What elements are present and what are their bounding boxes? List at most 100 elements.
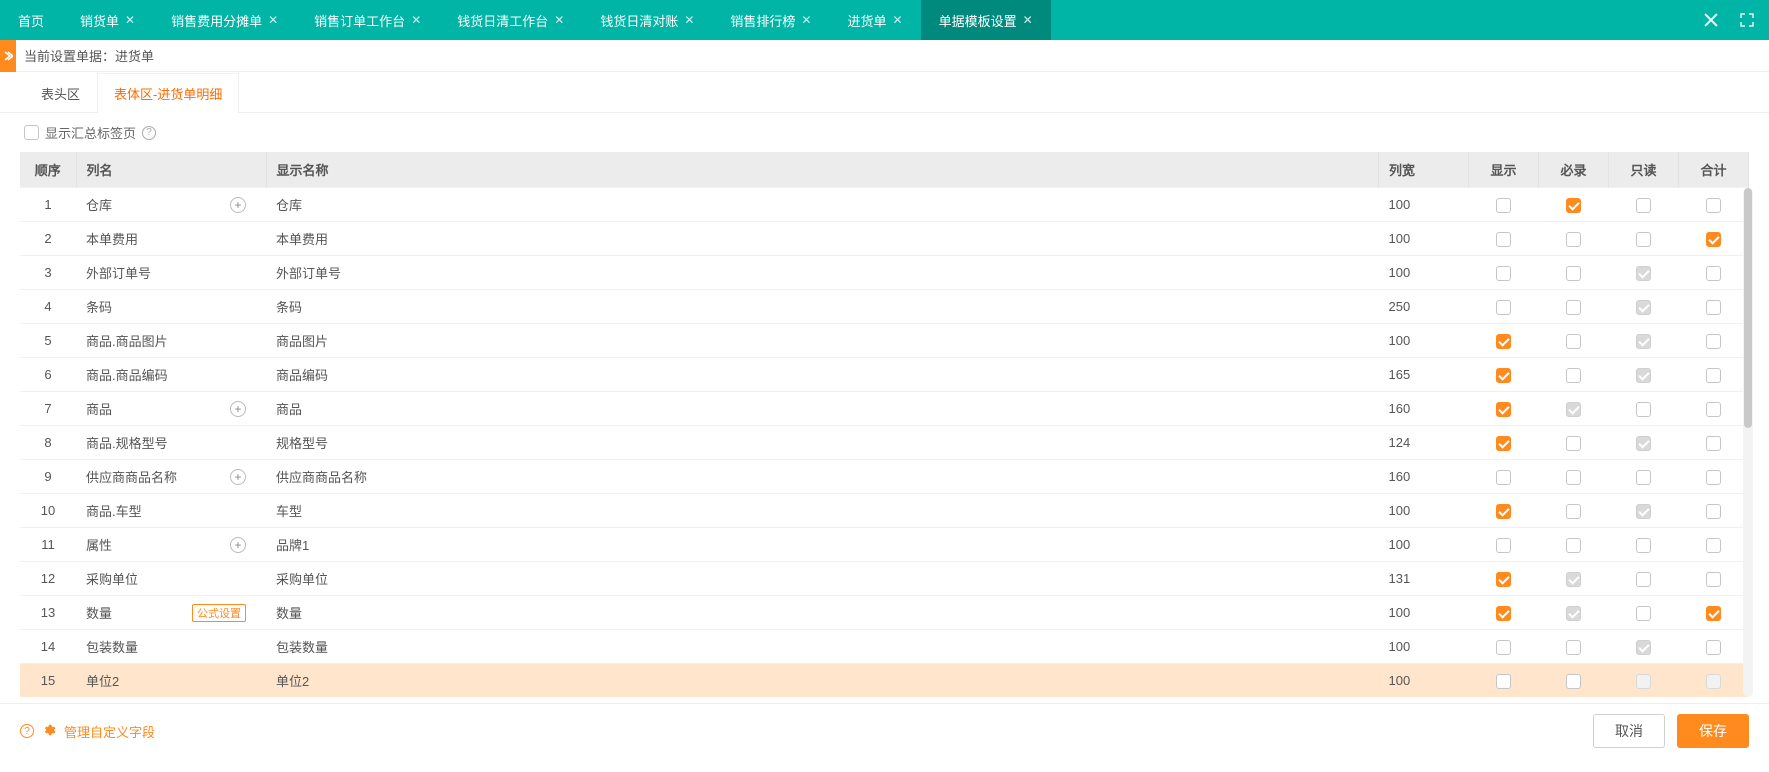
show-summary-checkbox[interactable] bbox=[24, 125, 39, 140]
sub-tab-0[interactable]: 表头区 bbox=[24, 73, 97, 113]
table-row[interactable]: 9供应商商品名称+供应商商品名称160 bbox=[20, 460, 1749, 494]
checkbox[interactable] bbox=[1566, 232, 1581, 247]
checkbox[interactable] bbox=[1496, 436, 1511, 451]
cell-display-name[interactable]: 采购单位 bbox=[266, 562, 1379, 596]
cancel-button[interactable]: 取消 bbox=[1593, 714, 1665, 748]
cell-display-name[interactable]: 外部订单号 bbox=[266, 256, 1379, 290]
close-icon[interactable]: ✕ bbox=[1023, 13, 1033, 27]
save-button[interactable]: 保存 bbox=[1677, 714, 1749, 748]
checkbox[interactable] bbox=[1636, 232, 1651, 247]
checkbox[interactable] bbox=[1566, 266, 1581, 281]
cell-display-name[interactable]: 规格型号 bbox=[266, 426, 1379, 460]
cell-width[interactable]: 100 bbox=[1379, 630, 1469, 664]
footer-help-icon[interactable]: ? bbox=[20, 724, 34, 738]
checkbox[interactable] bbox=[1566, 368, 1581, 383]
formula-settings-tag[interactable]: 公式设置 bbox=[192, 604, 246, 622]
table-row[interactable]: 3外部订单号外部订单号100 bbox=[20, 256, 1749, 290]
close-icon[interactable]: ✕ bbox=[125, 13, 135, 27]
checkbox[interactable] bbox=[1706, 402, 1721, 417]
checkbox[interactable] bbox=[1566, 538, 1581, 553]
close-icon[interactable]: ✕ bbox=[801, 13, 811, 27]
top-tab-2[interactable]: 销售费用分摊单✕ bbox=[153, 0, 296, 40]
checkbox[interactable] bbox=[1566, 300, 1581, 315]
table-row[interactable]: 15单位2单位2100 bbox=[20, 664, 1749, 698]
sub-tab-1[interactable]: 表体区-进货单明细 bbox=[97, 73, 239, 113]
close-icon[interactable]: ✕ bbox=[893, 13, 903, 27]
checkbox[interactable] bbox=[1566, 334, 1581, 349]
top-tab-8[interactable]: 单据模板设置✕ bbox=[921, 0, 1051, 40]
cell-width[interactable]: 100 bbox=[1379, 324, 1469, 358]
top-tab-1[interactable]: 销货单✕ bbox=[62, 0, 153, 40]
cell-width[interactable]: 165 bbox=[1379, 358, 1469, 392]
checkbox[interactable] bbox=[1566, 436, 1581, 451]
checkbox[interactable] bbox=[1496, 198, 1511, 213]
checkbox[interactable] bbox=[1706, 436, 1721, 451]
close-icon[interactable]: ✕ bbox=[684, 13, 694, 27]
cell-width[interactable]: 100 bbox=[1379, 664, 1469, 698]
cell-display-name[interactable]: 数量 bbox=[266, 596, 1379, 630]
add-icon[interactable]: + bbox=[230, 469, 246, 485]
top-tab-0[interactable]: 首页 bbox=[0, 0, 62, 40]
checkbox[interactable] bbox=[1496, 470, 1511, 485]
top-tab-5[interactable]: 钱货日清对账✕ bbox=[582, 0, 712, 40]
checkbox[interactable] bbox=[1706, 266, 1721, 281]
cell-width[interactable]: 160 bbox=[1379, 392, 1469, 426]
cell-width[interactable]: 100 bbox=[1379, 494, 1469, 528]
checkbox[interactable] bbox=[1706, 640, 1721, 655]
checkbox[interactable] bbox=[1706, 232, 1721, 247]
top-tab-3[interactable]: 销售订单工作台✕ bbox=[296, 0, 439, 40]
checkbox[interactable] bbox=[1496, 538, 1511, 553]
table-row[interactable]: 14包装数量包装数量100 bbox=[20, 630, 1749, 664]
checkbox[interactable] bbox=[1706, 198, 1721, 213]
checkbox[interactable] bbox=[1496, 232, 1511, 247]
checkbox[interactable] bbox=[1496, 368, 1511, 383]
cell-display-name[interactable]: 车型 bbox=[266, 494, 1379, 528]
checkbox[interactable] bbox=[1496, 504, 1511, 519]
checkbox[interactable] bbox=[1636, 538, 1651, 553]
cell-display-name[interactable]: 仓库 bbox=[266, 188, 1379, 222]
cell-width[interactable]: 124 bbox=[1379, 426, 1469, 460]
close-icon[interactable]: ✕ bbox=[554, 13, 564, 27]
fullscreen-icon[interactable] bbox=[1737, 10, 1757, 30]
checkbox[interactable] bbox=[1636, 606, 1651, 621]
table-row[interactable]: 1仓库+仓库100 bbox=[20, 188, 1749, 222]
checkbox[interactable] bbox=[1706, 606, 1721, 621]
checkbox[interactable] bbox=[1706, 470, 1721, 485]
cell-display-name[interactable]: 商品 bbox=[266, 392, 1379, 426]
checkbox[interactable] bbox=[1706, 334, 1721, 349]
table-row[interactable]: 6商品.商品编码商品编码165 bbox=[20, 358, 1749, 392]
cell-display-name[interactable]: 条码 bbox=[266, 290, 1379, 324]
table-row[interactable]: 10商品.车型车型100 bbox=[20, 494, 1749, 528]
table-row[interactable]: 4条码条码250 bbox=[20, 290, 1749, 324]
cell-display-name[interactable]: 商品编码 bbox=[266, 358, 1379, 392]
table-row[interactable]: 12采购单位采购单位131 bbox=[20, 562, 1749, 596]
checkbox[interactable] bbox=[1496, 402, 1511, 417]
checkbox[interactable] bbox=[1566, 198, 1581, 213]
help-icon[interactable]: ? bbox=[142, 126, 156, 140]
cell-width[interactable]: 250 bbox=[1379, 290, 1469, 324]
cell-width[interactable]: 100 bbox=[1379, 222, 1469, 256]
add-icon[interactable]: + bbox=[230, 537, 246, 553]
table-row[interactable]: 7商品+商品160 bbox=[20, 392, 1749, 426]
top-tab-6[interactable]: 销售排行榜✕ bbox=[712, 0, 829, 40]
table-row[interactable]: 13数量公式设置数量100 bbox=[20, 596, 1749, 630]
checkbox[interactable] bbox=[1566, 674, 1581, 689]
checkbox[interactable] bbox=[1496, 572, 1511, 587]
cell-width[interactable]: 100 bbox=[1379, 188, 1469, 222]
cell-display-name[interactable]: 本单费用 bbox=[266, 222, 1379, 256]
checkbox[interactable] bbox=[1636, 572, 1651, 587]
manage-custom-fields-link[interactable]: 管理自定义字段 bbox=[64, 722, 155, 741]
add-icon[interactable]: + bbox=[230, 401, 246, 417]
checkbox[interactable] bbox=[1496, 334, 1511, 349]
checkbox[interactable] bbox=[1706, 572, 1721, 587]
cell-width[interactable]: 100 bbox=[1379, 596, 1469, 630]
gear-icon[interactable] bbox=[42, 723, 56, 740]
add-icon[interactable]: + bbox=[230, 197, 246, 213]
checkbox[interactable] bbox=[1496, 674, 1511, 689]
table-row[interactable]: 5商品.商品图片商品图片100 bbox=[20, 324, 1749, 358]
table-row[interactable]: 2本单费用本单费用100 bbox=[20, 222, 1749, 256]
checkbox[interactable] bbox=[1636, 198, 1651, 213]
cell-display-name[interactable]: 单位2 bbox=[266, 664, 1379, 698]
checkbox[interactable] bbox=[1496, 266, 1511, 281]
top-tab-4[interactable]: 钱货日清工作台✕ bbox=[439, 0, 582, 40]
